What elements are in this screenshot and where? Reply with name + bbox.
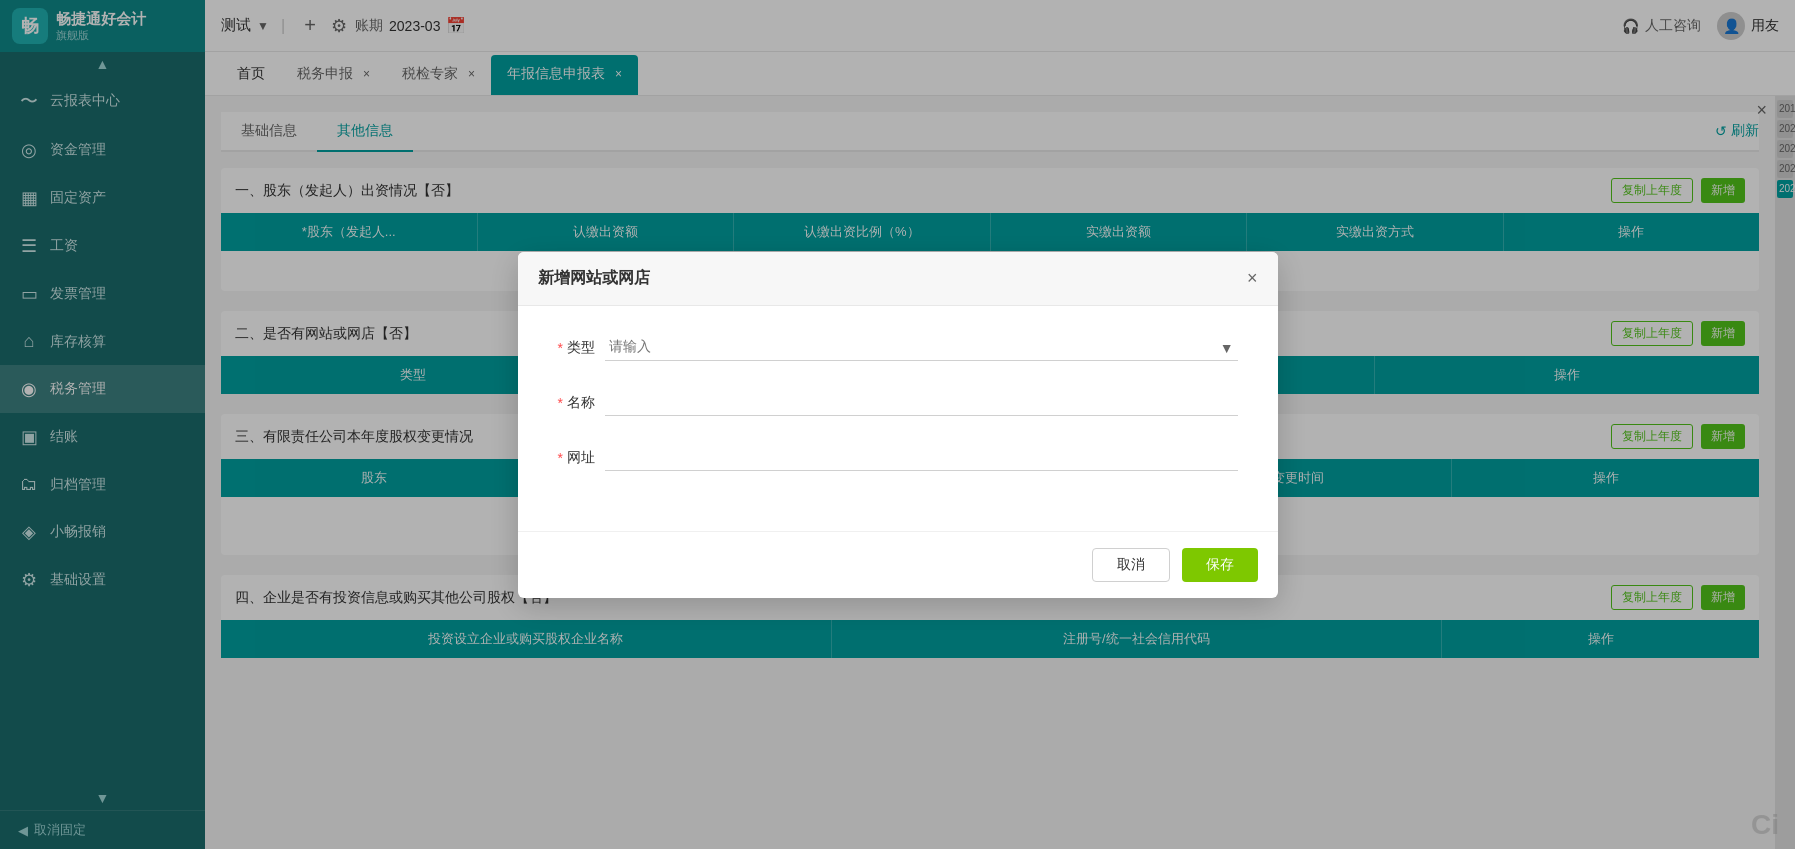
form-row-name: * 名称 [558, 391, 1238, 416]
field-name-input-wrap [605, 391, 1238, 416]
field-type-input-wrap: ▼ [605, 336, 1238, 361]
save-button[interactable]: 保存 [1182, 548, 1258, 582]
field-url-input[interactable] [605, 446, 1238, 466]
field-url-input-wrap [605, 446, 1238, 471]
modal-title: 新增网站或网店 [538, 268, 650, 289]
type-dropdown-icon[interactable]: ▼ [1220, 340, 1234, 356]
modal-close-button[interactable]: × [1247, 268, 1258, 289]
cancel-button[interactable]: 取消 [1092, 548, 1170, 582]
form-row-url: * 网址 [558, 446, 1238, 471]
form-row-type: * 类型 ▼ [558, 336, 1238, 361]
modal-overlay: 新增网站或网店 × * 类型 ▼ * 名称 [0, 0, 1795, 849]
modal-body: * 类型 ▼ * 名称 [518, 306, 1278, 531]
field-name-label: * 名称 [558, 394, 595, 412]
add-website-modal: 新增网站或网店 × * 类型 ▼ * 名称 [518, 252, 1278, 598]
field-name-input[interactable] [605, 391, 1238, 411]
field-url-label: * 网址 [558, 449, 595, 467]
field-type-label: * 类型 [558, 339, 595, 357]
modal-footer: 取消 保存 [518, 531, 1278, 598]
modal-header: 新增网站或网店 × [518, 252, 1278, 306]
field-type-input[interactable] [605, 336, 1238, 356]
